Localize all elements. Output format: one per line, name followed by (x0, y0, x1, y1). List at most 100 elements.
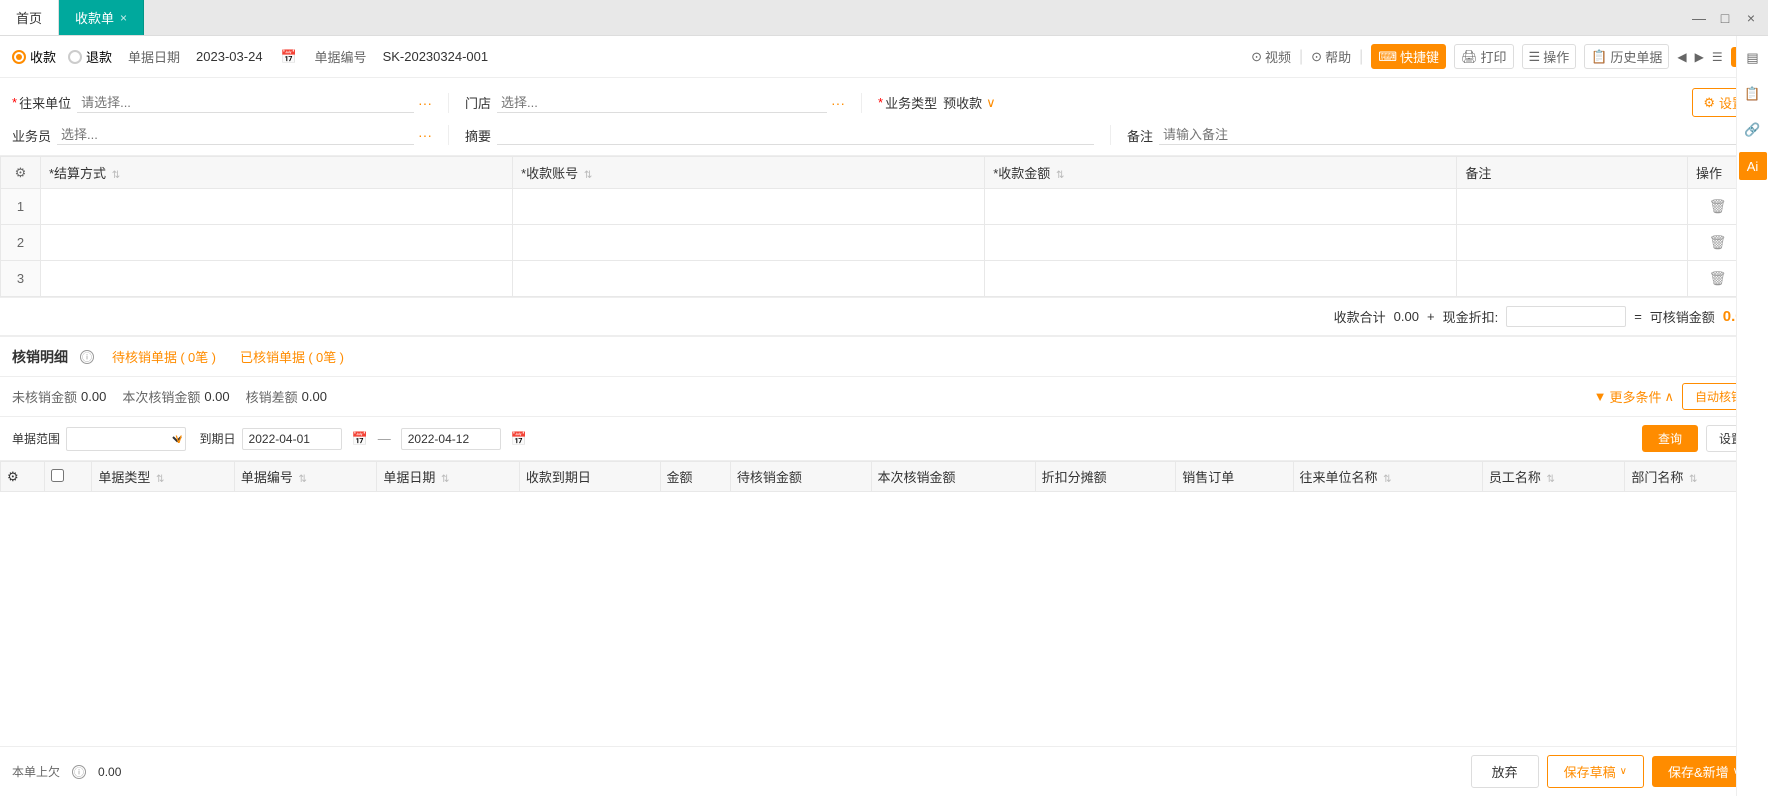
store-more-btn[interactable]: ··· (831, 95, 845, 111)
notes-input[interactable] (1159, 125, 1756, 145)
table-row: 1 🗑 ⧉ (1, 189, 1768, 225)
date-from-input[interactable] (242, 428, 342, 450)
row-2-delete-btn[interactable]: 🗑 (1709, 234, 1727, 250)
row-num-3: 3 (1, 261, 41, 297)
nav-prev-btn[interactable]: ◀ (1677, 50, 1686, 64)
summary-field: 摘要 (465, 125, 1094, 145)
amount-sort-icon[interactable]: ⇅ (1056, 170, 1064, 181)
total-value: 0.00 (1394, 309, 1419, 324)
tab-home[interactable]: 首页 (0, 0, 59, 35)
row-1-remarks[interactable] (1457, 189, 1688, 225)
window-restore-btn[interactable]: □ (1716, 9, 1734, 27)
row-2-account[interactable] (513, 225, 985, 261)
sidebar-link-icon-btn[interactable]: 🔗 (1739, 116, 1767, 144)
summary-input[interactable] (497, 125, 1094, 145)
video-btn[interactable]: ⊙ 视频 (1251, 47, 1291, 66)
footer-actions: 放弃 保存草稿 ∨ 保存&新增 ∨ (1471, 755, 1756, 788)
nav-next-btn[interactable]: ▶ (1695, 50, 1704, 64)
calendar-from-icon[interactable]: 📅 (352, 431, 368, 447)
row-2-amount[interactable] (985, 225, 1457, 261)
help-btn[interactable]: ⊙ 帮助 (1311, 47, 1351, 66)
shortcut-btn[interactable]: ⌨ 快捷键 (1371, 44, 1446, 69)
row-3-account[interactable] (513, 261, 985, 297)
more-conditions-btn[interactable]: ▼ 更多条件 ∧ (1594, 387, 1674, 406)
list-view-btn[interactable]: ☰ (1712, 50, 1723, 64)
search-btn[interactable]: 查询 (1642, 425, 1698, 452)
toolbar-row: 收款 退款 单据日期 2023-03-24 📅 单据编号 SK-20230324… (0, 36, 1768, 78)
row-2-settle[interactable] (41, 225, 513, 261)
notes-field: 备注 (1127, 125, 1756, 145)
row-1-account[interactable] (513, 189, 985, 225)
tab-active[interactable]: 收款单 × (59, 0, 144, 35)
account-sort-icon[interactable]: ⇅ (584, 170, 592, 181)
settle-sort-icon[interactable]: ⇅ (112, 170, 120, 181)
toolbar-right: ⊙ 视频 | ⊙ 帮助 | ⌨ 快捷键 🖨 打印 ☰ 操作 📋 (1251, 44, 1756, 69)
tab-close-icon[interactable]: × (120, 11, 127, 25)
stat-current: 本次核销金额 0.00 (122, 387, 229, 406)
radio-refund[interactable]: 退款 (68, 47, 112, 66)
verify-right-actions: ▼ 更多条件 ∧ 自动核销 (1594, 383, 1756, 410)
discard-btn[interactable]: 放弃 (1471, 755, 1539, 788)
row-3-remarks[interactable] (1457, 261, 1688, 297)
date-field: 到期日 📅 — 📅 (200, 428, 527, 450)
row-3-delete-btn[interactable]: 🗑 (1709, 270, 1727, 286)
range-label: 单据范围 (12, 430, 60, 447)
business-type-select-icon[interactable]: ∨ (986, 95, 996, 111)
range-select[interactable] (66, 427, 186, 451)
gear-icon: ⚙ (1703, 95, 1715, 111)
select-all-checkbox[interactable] (51, 469, 64, 482)
verify-info-icon[interactable]: ⓘ (80, 350, 94, 364)
store-input[interactable] (497, 93, 827, 113)
plus-sign: + (1427, 309, 1435, 324)
counterparty-input[interactable] (77, 93, 414, 113)
print-btn[interactable]: 🖨 打印 (1454, 44, 1514, 69)
history-btn[interactable]: 📋 历史单据 (1584, 44, 1669, 69)
operation-btn[interactable]: ☰ 操作 (1522, 44, 1577, 69)
number-label: 单据编号 (315, 47, 367, 66)
verify-tab-done[interactable]: 已核销单据 ( 0笔 ) (234, 345, 350, 368)
counterparty-label: 往来单位 (19, 93, 71, 112)
table-gear-icon[interactable]: ⚙ (15, 165, 27, 180)
row-1-delete-btn[interactable]: 🗑 (1709, 198, 1727, 214)
window-close-btn[interactable]: × (1742, 9, 1760, 27)
pending-badge: ( (180, 350, 184, 365)
col-settings[interactable]: ⚙ (1, 157, 41, 189)
salesperson-input[interactable] (57, 125, 414, 145)
save-draft-btn[interactable]: 保存草稿 ∨ (1547, 755, 1644, 788)
col-remarks: 备注 (1457, 157, 1688, 189)
done-badge: ( (308, 350, 312, 365)
bt-col-gear[interactable]: ⚙ (1, 462, 45, 492)
notes-label: 备注 (1127, 126, 1153, 145)
bt-gear-icon[interactable]: ⚙ (7, 469, 19, 484)
window-minimize-btn[interactable]: — (1690, 9, 1708, 27)
verify-title: 核销明细 (12, 347, 68, 367)
verify-tab-pending[interactable]: 待核销单据 ( 0笔 ) (106, 345, 222, 368)
calendar-icon[interactable]: 📅 (279, 47, 299, 67)
bt-col-counterparty: 往来单位名称 ⇅ (1293, 462, 1482, 492)
row-3-settle[interactable] (41, 261, 513, 297)
row-1-settle[interactable] (41, 189, 513, 225)
stat-diff: 核销差额 0.00 (246, 387, 327, 406)
counterparty-field: * 往来单位 ··· (12, 93, 432, 113)
save-draft-arrow: ∨ (1620, 766, 1627, 777)
row-1-amount[interactable] (985, 189, 1457, 225)
tab-active-label: 收款单 (75, 8, 114, 27)
bt-col-current: 本次核销金额 (871, 462, 1035, 492)
carry-info-icon[interactable]: ⓘ (72, 765, 86, 779)
counterparty-more-btn[interactable]: ··· (418, 95, 432, 111)
row-3-amount[interactable] (985, 261, 1457, 297)
sidebar-table-icon-btn[interactable]: ▤ (1739, 44, 1767, 72)
sidebar-clipboard-icon-btn[interactable]: 📋 (1739, 80, 1767, 108)
calendar-to-icon[interactable]: 📅 (511, 431, 527, 447)
salesperson-more-btn[interactable]: ··· (418, 127, 432, 143)
discount-input[interactable] (1506, 306, 1626, 327)
sidebar-camera-icon-btn[interactable]: Ai (1739, 152, 1767, 180)
row-2-remarks[interactable] (1457, 225, 1688, 261)
date-to-input[interactable] (401, 428, 501, 450)
bt-col-pending: 待核销金额 (730, 462, 871, 492)
radio-receive[interactable]: 收款 (12, 47, 56, 66)
data-table: ⚙ *结算方式 ⇅ *收款账号 ⇅ *收款金额 ⇅ 备注 (0, 156, 1768, 297)
stat-unverified-value: 0.00 (81, 389, 106, 404)
date-separator: — (378, 431, 391, 446)
bt-col-employee: 员工名称 ⇅ (1482, 462, 1625, 492)
